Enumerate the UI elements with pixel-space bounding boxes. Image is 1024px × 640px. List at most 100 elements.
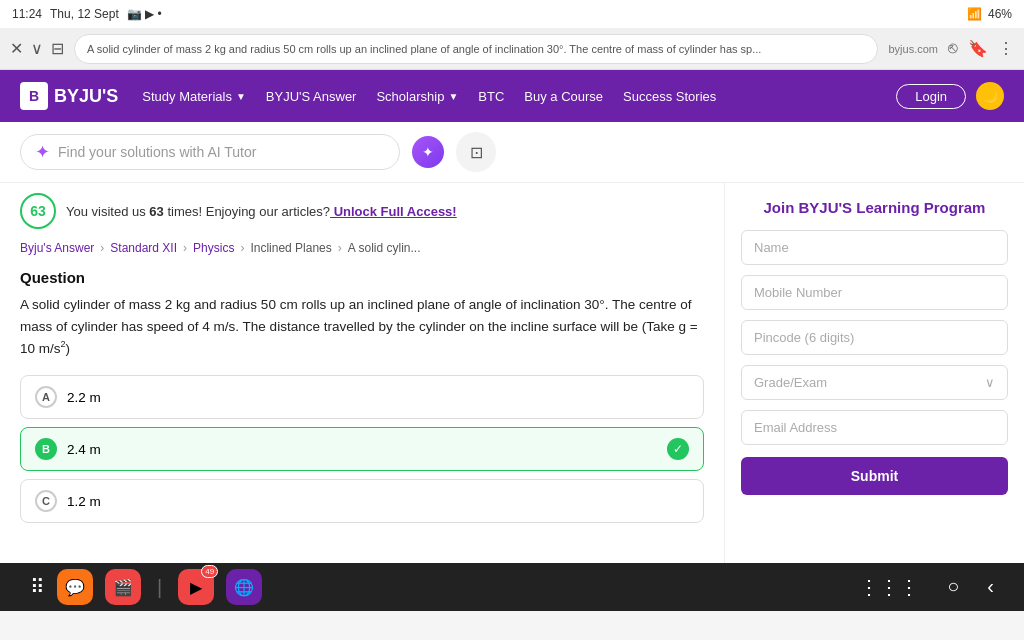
breadcrumb: Byju's Answer › Standard XII › Physics ›… — [20, 241, 704, 255]
scholarship-arrow: ▼ — [448, 91, 458, 102]
option-a-text: 2.2 m — [67, 390, 101, 405]
breadcrumb-item-0[interactable]: Byju's Answer — [20, 241, 94, 255]
site-header: B BYJU'S Study Materials ▼ BYJU'S Answer… — [0, 70, 1024, 122]
logo-letter: B — [29, 88, 39, 104]
bookmark-icon[interactable]: 🔖 — [968, 39, 988, 58]
visit-count-badge: 63 — [20, 193, 56, 229]
option-b-checkmark: ✓ — [667, 438, 689, 460]
popcorn-app[interactable]: 🎬 — [105, 569, 141, 605]
unlock-link[interactable]: Unlock Full Access! — [330, 204, 457, 219]
question-label: Question — [20, 269, 704, 286]
grid-icon[interactable]: ⠿ — [30, 575, 45, 599]
option-a-circle: A — [35, 386, 57, 408]
email-input[interactable] — [741, 410, 1008, 445]
option-c[interactable]: C 1.2 m — [20, 479, 704, 523]
option-b-text: 2.4 m — [67, 442, 101, 457]
breadcrumb-item-4: A solid cylin... — [348, 241, 421, 255]
option-b-circle: B — [35, 438, 57, 460]
breadcrumb-sep-0: › — [100, 241, 104, 255]
youtube-icon: ▶ — [190, 578, 202, 597]
chevron-down-icon[interactable]: ∨ — [31, 39, 43, 58]
nav-links: Study Materials ▼ BYJU'S Answer Scholars… — [142, 89, 872, 104]
status-icons: 📷 ▶ • — [127, 7, 162, 21]
moon-icon: 🌙 — [982, 88, 999, 104]
join-title: Join BYJU'S Learning Program — [741, 199, 1008, 216]
logo-box: B — [20, 82, 48, 110]
scan-icon: ⊡ — [470, 143, 483, 162]
logo[interactable]: B BYJU'S — [20, 82, 118, 110]
mobile-input[interactable] — [741, 275, 1008, 310]
search-bar-area: ✦ Find your solutions with AI Tutor ✦ ⊡ — [0, 122, 1024, 183]
visit-text: You visited us 63 times! Enjoying our ar… — [66, 204, 457, 219]
menu-icon[interactable]: ⋮⋮⋮ — [859, 575, 919, 599]
option-c-text: 1.2 m — [67, 494, 101, 509]
tabs-icon[interactable]: ⊟ — [51, 39, 64, 58]
search-box[interactable]: ✦ Find your solutions with AI Tutor — [20, 134, 400, 170]
wifi-icon: 📶 — [967, 7, 982, 21]
option-a[interactable]: A 2.2 m — [20, 375, 704, 419]
url-text: A solid cylinder of mass 2 kg and radius… — [87, 43, 865, 55]
close-icon[interactable]: ✕ — [10, 39, 23, 58]
header-right: Login 🌙 — [896, 82, 1004, 110]
breadcrumb-item-3: Inclined Planes — [250, 241, 331, 255]
breadcrumb-sep-3: › — [338, 241, 342, 255]
nav-buy-course[interactable]: Buy a Course — [524, 89, 603, 104]
chevron-down-icon: ∨ — [985, 375, 995, 390]
url-bar[interactable]: A solid cylinder of mass 2 kg and radius… — [74, 34, 878, 64]
search-btn-icon: ✦ — [422, 144, 434, 160]
visit-text-before: You visited us — [66, 204, 149, 219]
browser-nav[interactable]: ✕ ∨ ⊟ — [10, 39, 64, 58]
status-left: 11:24 Thu, 12 Sept 📷 ▶ • — [12, 7, 162, 21]
visit-count-text: 63 — [149, 204, 163, 219]
option-c-circle: C — [35, 490, 57, 512]
messenger-app[interactable]: 💬 — [57, 569, 93, 605]
theme-toggle[interactable]: 🌙 — [976, 82, 1004, 110]
youtube-badge: 49 — [201, 565, 218, 578]
breadcrumb-item-2[interactable]: Physics — [193, 241, 234, 255]
home-circle-icon[interactable]: ○ — [947, 575, 959, 599]
breadcrumb-item-1[interactable]: Standard XII — [110, 241, 177, 255]
status-bar: 11:24 Thu, 12 Sept 📷 ▶ • 📶 46% — [0, 0, 1024, 28]
breadcrumb-sep-1: › — [183, 241, 187, 255]
logo-text: BYJU'S — [54, 86, 118, 107]
bottom-bar: ⠿ 💬 🎬 | ▶ 49 🌐 ⋮⋮⋮ ○ ‹ — [0, 563, 1024, 611]
breadcrumb-sep-2: › — [240, 241, 244, 255]
status-time: 11:24 — [12, 7, 42, 21]
visit-text-after: times! Enjoying our articles? — [164, 204, 330, 219]
question-text: A solid cylinder of mass 2 kg and radius… — [20, 294, 704, 359]
battery-text: 46% — [988, 7, 1012, 21]
bottom-nav: ⋮⋮⋮ ○ ‹ — [859, 575, 994, 599]
status-date: Thu, 12 Sept — [50, 7, 119, 21]
share-icon[interactable]: ⎋ — [948, 39, 958, 58]
messenger-icon: 💬 — [65, 578, 85, 597]
back-icon[interactable]: ‹ — [987, 575, 994, 599]
name-input[interactable] — [741, 230, 1008, 265]
grade-dropdown[interactable]: Grade/Exam ∨ — [741, 365, 1008, 400]
study-materials-arrow: ▼ — [236, 91, 246, 102]
world-icon: 🌐 — [234, 578, 254, 597]
visit-banner: 63 You visited us 63 times! Enjoying our… — [20, 193, 704, 229]
search-placeholder: Find your solutions with AI Tutor — [58, 144, 385, 160]
login-button[interactable]: Login — [896, 84, 966, 109]
nav-byjus-answer[interactable]: BYJU'S Answer — [266, 89, 357, 104]
search-button[interactable]: ✦ — [412, 136, 444, 168]
browser-bar: ✕ ∨ ⊟ A solid cylinder of mass 2 kg and … — [0, 28, 1024, 70]
browser-actions[interactable]: ⎋ 🔖 ⋮ — [948, 39, 1014, 58]
join-panel: Join BYJU'S Learning Program Grade/Exam … — [724, 183, 1024, 563]
submit-button[interactable]: Submit — [741, 457, 1008, 495]
domain-label: byjus.com — [888, 43, 938, 55]
option-b[interactable]: B 2.4 m ✓ — [20, 427, 704, 471]
nav-btc[interactable]: BTC — [478, 89, 504, 104]
nav-success-stories[interactable]: Success Stories — [623, 89, 716, 104]
scan-button[interactable]: ⊡ — [456, 132, 496, 172]
pincode-input[interactable] — [741, 320, 1008, 355]
nav-scholarship[interactable]: Scholarship ▼ — [376, 89, 458, 104]
youtube-app[interactable]: ▶ 49 — [178, 569, 214, 605]
nav-study-materials[interactable]: Study Materials ▼ — [142, 89, 246, 104]
bottom-apps: ⠿ 💬 🎬 | ▶ 49 🌐 — [30, 569, 262, 605]
grade-placeholder: Grade/Exam — [754, 375, 827, 390]
status-right: 📶 46% — [967, 7, 1012, 21]
popcorn-icon: 🎬 — [113, 578, 133, 597]
world-app[interactable]: 🌐 — [226, 569, 262, 605]
more-icon[interactable]: ⋮ — [998, 39, 1014, 58]
